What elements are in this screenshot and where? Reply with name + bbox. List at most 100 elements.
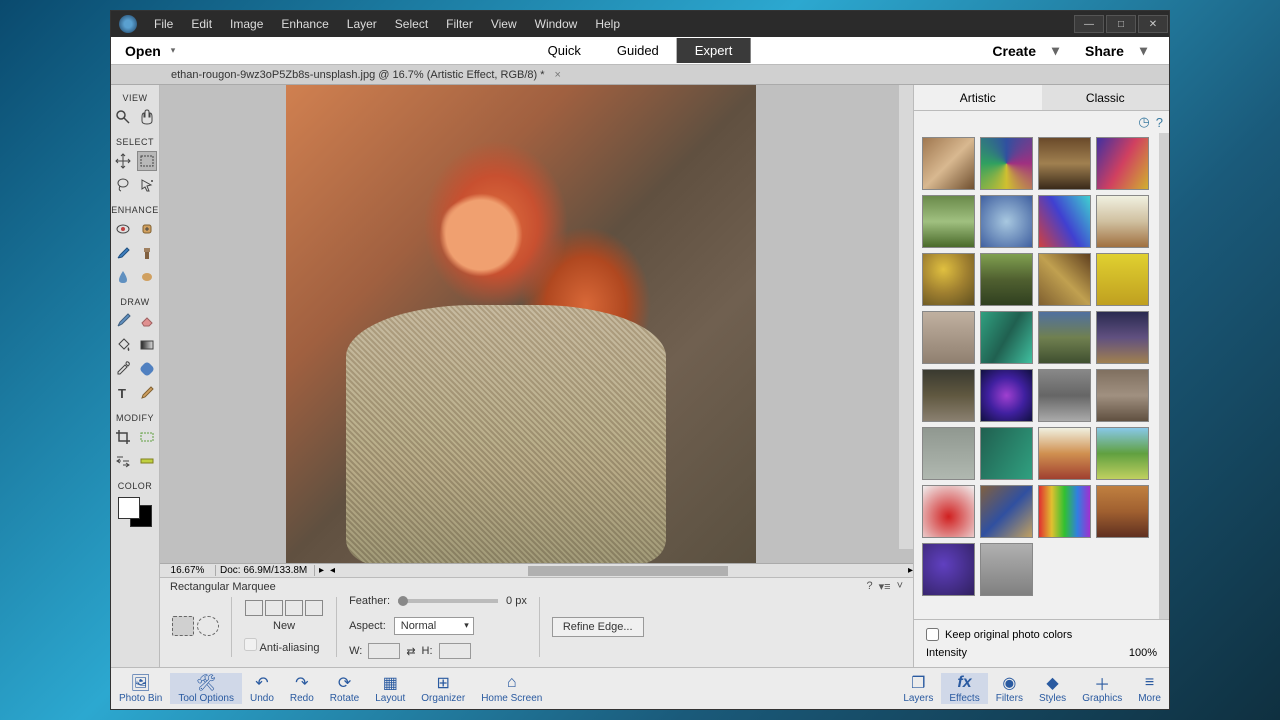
create-dropdown-icon[interactable]: ▾ <box>1042 42 1069 59</box>
eraser-tool[interactable] <box>137 311 157 331</box>
effect-thumb[interactable] <box>980 311 1033 364</box>
aspect-dropdown[interactable]: Normal <box>394 617 474 635</box>
brush-tool[interactable] <box>113 311 133 331</box>
quick-select-tool[interactable] <box>137 175 157 195</box>
menu-edit[interactable]: Edit <box>182 17 221 31</box>
color-swatch[interactable] <box>118 497 152 527</box>
type-tool[interactable]: T <box>113 383 133 403</box>
open-dropdown-icon[interactable]: ▾ <box>171 45 176 56</box>
effect-thumb[interactable] <box>922 137 975 190</box>
effect-thumb[interactable] <box>1038 195 1091 248</box>
menu-window[interactable]: Window <box>526 17 587 31</box>
share-dropdown-icon[interactable]: ▾ <box>1130 42 1157 59</box>
selection-subtract[interactable] <box>285 600 303 616</box>
lasso-tool[interactable] <box>113 175 133 195</box>
effect-thumb[interactable] <box>1038 369 1091 422</box>
menu-image[interactable]: Image <box>221 17 272 31</box>
bottom-home-screen-button[interactable]: ⌂Home Screen <box>473 673 550 704</box>
effect-thumb[interactable] <box>1038 485 1091 538</box>
spot-heal-tool[interactable] <box>137 219 157 239</box>
zoom-tool[interactable] <box>113 107 133 127</box>
bottom-organizer-button[interactable]: ⊞Organizer <box>413 673 473 704</box>
bottom-filters-button[interactable]: ◉Filters <box>988 673 1031 704</box>
menu-help[interactable]: Help <box>586 17 629 31</box>
panel-help-icon[interactable]: ? <box>1156 115 1163 130</box>
selection-new[interactable] <box>245 600 263 616</box>
swap-wh-icon[interactable]: ⇄ <box>406 645 415 658</box>
effect-thumb[interactable] <box>1096 253 1149 306</box>
hand-tool[interactable] <box>137 107 157 127</box>
effect-thumb[interactable] <box>980 427 1033 480</box>
eyedropper-tool[interactable] <box>113 359 133 379</box>
move-tool[interactable] <box>113 151 133 171</box>
bottom-tool-options-button[interactable]: 🛠Tool Options <box>170 673 242 704</box>
pencil-tool[interactable] <box>137 383 157 403</box>
maximize-button[interactable]: □ <box>1106 15 1136 33</box>
bottom-effects-button[interactable]: fxEffects <box>941 673 987 704</box>
keep-colors-checkbox[interactable] <box>926 628 939 641</box>
document-tab-label[interactable]: ethan-rougon-9wz3oP5Zb8s-unsplash.jpg @ … <box>171 69 545 81</box>
minimize-button[interactable]: — <box>1074 15 1104 33</box>
canvas[interactable] <box>160 85 913 563</box>
options-collapse-icon[interactable]: ˅ <box>897 580 903 593</box>
rect-marquee-shape[interactable] <box>172 616 194 636</box>
effect-thumb[interactable] <box>1096 427 1149 480</box>
effect-thumb[interactable] <box>1096 195 1149 248</box>
effect-thumb[interactable] <box>980 195 1033 248</box>
bottom-rotate-button[interactable]: ⟳Rotate <box>322 673 367 704</box>
tab-expert[interactable]: Expert <box>677 38 751 63</box>
close-button[interactable]: ✕ <box>1138 15 1168 33</box>
open-button[interactable]: Open <box>111 43 175 59</box>
refine-edge-button[interactable]: Refine Edge... <box>552 617 644 637</box>
effect-thumb[interactable] <box>1038 253 1091 306</box>
effect-thumb[interactable] <box>980 485 1033 538</box>
bottom-styles-button[interactable]: ◆Styles <box>1031 673 1074 704</box>
effect-thumb[interactable] <box>922 311 975 364</box>
bottom-photo-bin-button[interactable]: 🖼Photo Bin <box>111 673 170 704</box>
doc-info-dropdown-icon[interactable]: ▸ <box>319 565 324 576</box>
effect-thumb[interactable] <box>1038 427 1091 480</box>
artistic-tab[interactable]: Artistic <box>914 85 1042 110</box>
blur-tool[interactable] <box>113 267 133 287</box>
share-button[interactable]: Share <box>1075 43 1134 59</box>
foreground-color[interactable] <box>118 497 140 519</box>
width-input[interactable] <box>368 643 400 659</box>
tab-quick[interactable]: Quick <box>530 38 599 63</box>
effect-thumb[interactable] <box>1038 137 1091 190</box>
menu-select[interactable]: Select <box>386 17 437 31</box>
redeye-tool[interactable] <box>113 219 133 239</box>
effect-thumb[interactable] <box>980 543 1033 596</box>
options-menu-icon[interactable]: ▾≡ <box>879 580 891 593</box>
content-aware-move-tool[interactable] <box>113 451 133 471</box>
smart-brush-tool[interactable] <box>113 243 133 263</box>
sponge-tool[interactable] <box>137 267 157 287</box>
bottom-graphics-button[interactable]: ＋Graphics <box>1074 673 1130 704</box>
menu-enhance[interactable]: Enhance <box>272 17 337 31</box>
crop-tool[interactable] <box>113 427 133 447</box>
menu-layer[interactable]: Layer <box>338 17 386 31</box>
selection-intersect[interactable] <box>305 600 323 616</box>
clone-stamp-tool[interactable] <box>137 243 157 263</box>
straighten-tool[interactable] <box>137 451 157 471</box>
effect-thumb[interactable] <box>1096 137 1149 190</box>
effect-thumb[interactable] <box>1096 369 1149 422</box>
selection-add[interactable] <box>265 600 283 616</box>
effect-thumb[interactable] <box>1096 311 1149 364</box>
menu-view[interactable]: View <box>482 17 526 31</box>
menu-file[interactable]: File <box>145 17 182 31</box>
bottom-undo-button[interactable]: ↶Undo <box>242 673 282 704</box>
menu-filter[interactable]: Filter <box>437 17 482 31</box>
recompose-tool[interactable] <box>137 427 157 447</box>
effect-thumb[interactable] <box>980 369 1033 422</box>
effect-thumb[interactable] <box>980 137 1033 190</box>
feather-slider[interactable] <box>398 599 498 603</box>
effect-thumb[interactable] <box>922 253 975 306</box>
bottom-layout-button[interactable]: ▦Layout <box>367 673 413 704</box>
tab-guided[interactable]: Guided <box>599 38 677 63</box>
shape-tool[interactable] <box>137 359 157 379</box>
gradient-tool[interactable] <box>137 335 157 355</box>
scroll-left-icon[interactable]: ◂ <box>330 565 335 576</box>
effect-thumb[interactable] <box>922 195 975 248</box>
classic-tab[interactable]: Classic <box>1042 85 1170 110</box>
effect-thumb[interactable] <box>922 427 975 480</box>
